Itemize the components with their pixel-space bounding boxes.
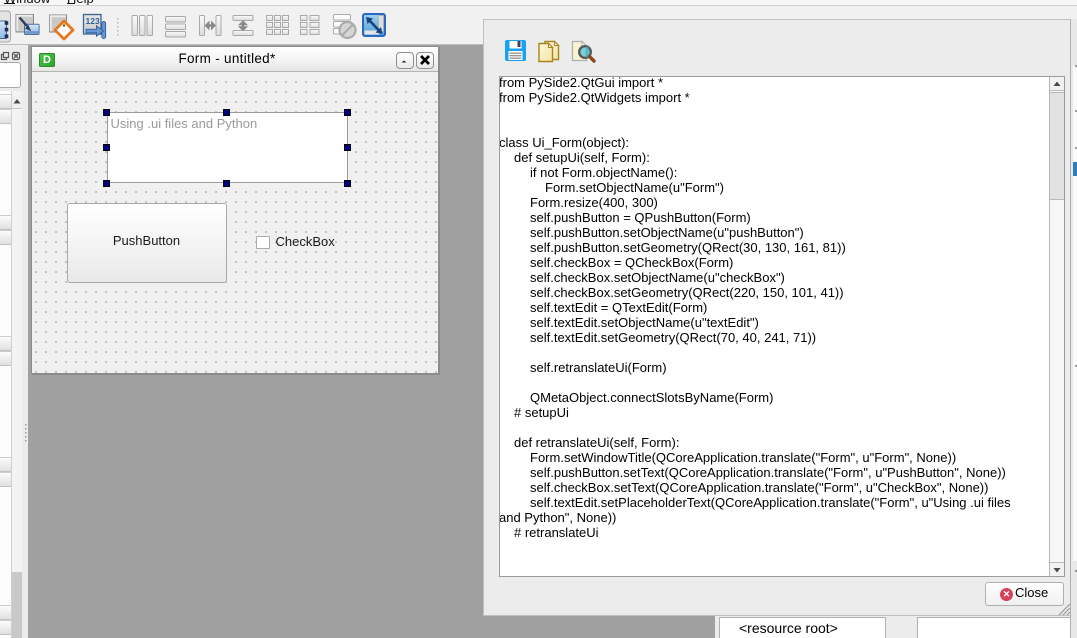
svg-text:123: 123: [86, 16, 100, 26]
